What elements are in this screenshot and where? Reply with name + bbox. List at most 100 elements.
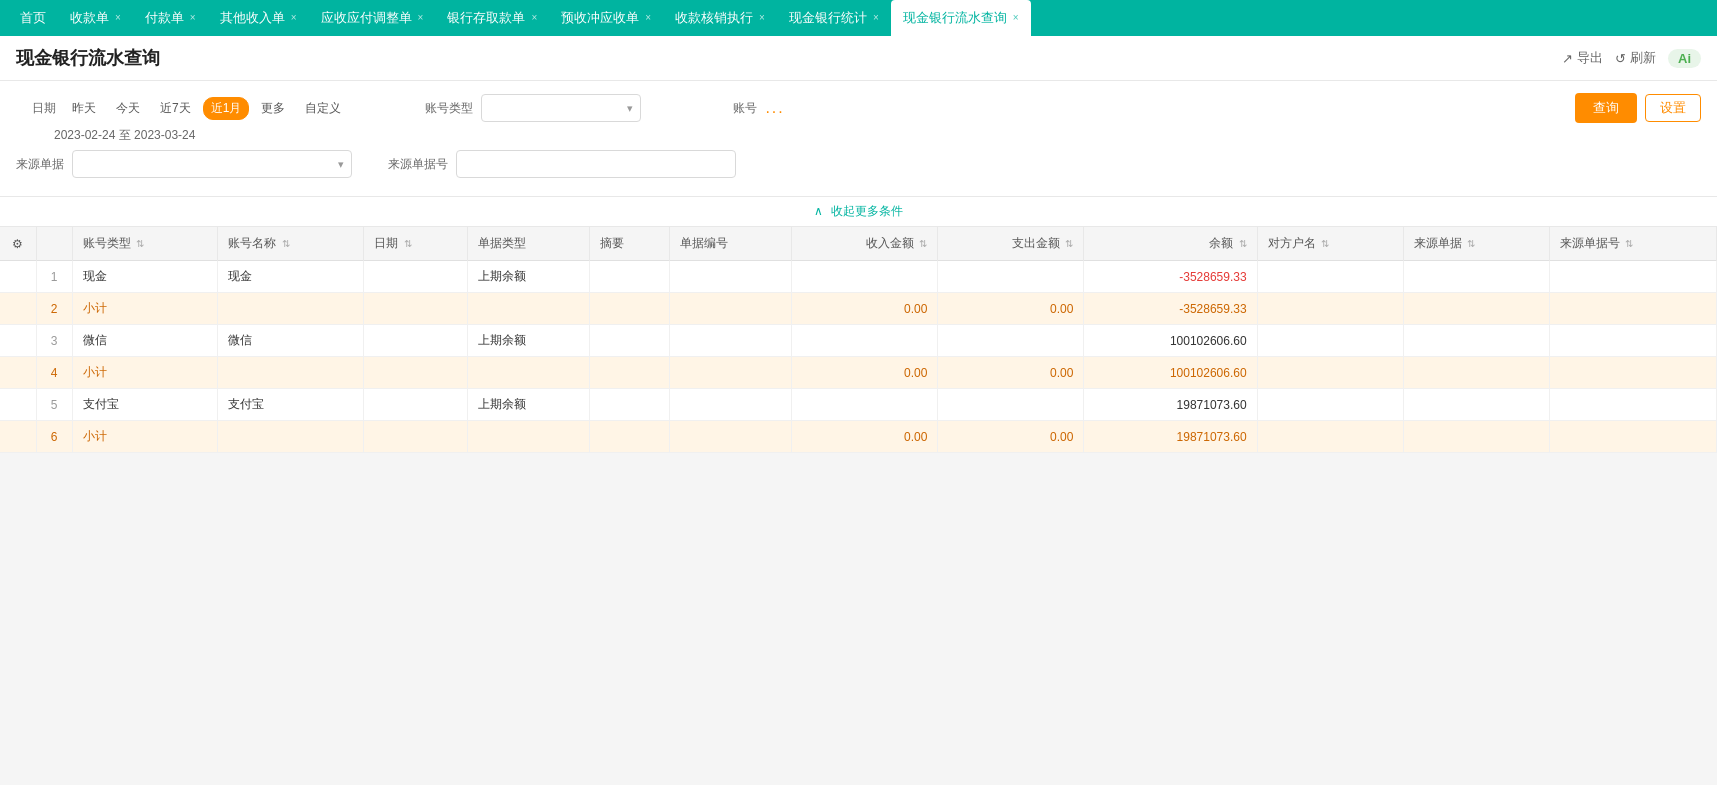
th-counterpart[interactable]: 对方户名 ⇅ [1257,227,1403,261]
th-date[interactable]: 日期 ⇅ [364,227,467,261]
row-doc-num [670,357,792,389]
row-counterpart [1257,389,1403,421]
nav-bank-deposit[interactable]: 银行存取款单 × [435,0,549,36]
date-btn-1month[interactable]: 近1月 [203,97,250,120]
nav-receipt[interactable]: 收款单 × [58,0,133,36]
date-btn-custom[interactable]: 自定义 [297,97,349,120]
sort-account-name-icon: ⇅ [282,238,290,249]
date-range-display: 2023-02-24 至 2023-03-24 [54,128,195,142]
th-account-type[interactable]: 账号类型 ⇅ [72,227,218,261]
th-summary[interactable]: 摘要 [590,227,670,261]
row-doc-num [670,421,792,453]
row-source-doc [1403,421,1549,453]
nav-home[interactable]: 首页 [8,0,58,36]
date-btn-more[interactable]: 更多 [253,97,293,120]
th-source-doc-num[interactable]: 来源单据号 ⇅ [1549,227,1716,261]
th-account-name[interactable]: 账号名称 ⇅ [218,227,364,261]
date-label: 日期 [16,100,56,117]
nav-advance[interactable]: 预收冲应收单 × [549,0,663,36]
row-account-type: 小计 [72,357,218,389]
row-source-doc [1403,357,1549,389]
query-button[interactable]: 查询 [1575,93,1637,123]
row-balance: 100102606.60 [1084,325,1257,357]
sort-source-doc-icon: ⇅ [1467,238,1475,249]
date-btn-today[interactable]: 今天 [108,97,148,120]
close-payment-icon[interactable]: × [190,0,196,36]
row-source-doc-num [1549,389,1716,421]
account-type-label: 账号类型 [425,100,473,117]
row-account-type: 小计 [72,421,218,453]
th-doc-num[interactable]: 单据编号 [670,227,792,261]
source-doc-num-input[interactable] [456,150,736,178]
close-cash-flow-icon[interactable]: × [1013,0,1019,36]
account-type-select-wrapper [481,94,641,122]
nav-adjustment[interactable]: 应收应付调整单 × [309,0,436,36]
row-doc-num [670,293,792,325]
table-row[interactable]: 1 现金 现金 上期余额 -3528659.33 [0,261,1717,293]
nav-cash-flow-query[interactable]: 现金银行流水查询 × [891,0,1031,36]
th-source-doc[interactable]: 来源单据 ⇅ [1403,227,1549,261]
source-doc-num-label: 来源单据号 [388,156,448,173]
row-expense [938,325,1084,357]
close-other-income-icon[interactable]: × [291,0,297,36]
table-row[interactable]: 4 小计 0.00 0.00 100102606.60 [0,357,1717,389]
page-header: 现金银行流水查询 ↗ 导出 ↺ 刷新 Ai [0,36,1717,81]
account-label: 账号 [717,100,757,117]
source-doc-select[interactable] [72,150,352,178]
export-icon: ↗ [1562,51,1573,66]
nav-other-income[interactable]: 其他收入单 × [208,0,309,36]
row-balance: 100102606.60 [1084,357,1257,389]
table-row[interactable]: 3 微信 微信 上期余额 100102606.60 [0,325,1717,357]
table-row[interactable]: 5 支付宝 支付宝 上期余额 19871073.60 [0,389,1717,421]
settings-button[interactable]: 设置 [1645,94,1701,122]
table-row[interactable]: 6 小计 0.00 0.00 19871073.60 [0,421,1717,453]
th-balance[interactable]: 余额 ⇅ [1084,227,1257,261]
row-account-name [218,357,364,389]
row-gear [0,389,36,421]
top-navigation: 首页 收款单 × 付款单 × 其他收入单 × 应收应付调整单 × 银行存取款单 … [0,0,1717,36]
th-expense[interactable]: 支出金额 ⇅ [938,227,1084,261]
close-collection-icon[interactable]: × [759,0,765,36]
date-btn-yesterday[interactable]: 昨天 [64,97,104,120]
row-date [364,389,467,421]
source-doc-select-wrapper [72,150,352,178]
filter-area: 日期 昨天 今天 近7天 近1月 更多 自定义 账号类型 账号 ... [0,81,1717,197]
date-btn-7days[interactable]: 近7天 [152,97,199,120]
collapse-bar[interactable]: ∧ 收起更多条件 [0,197,1717,227]
row-summary [590,325,670,357]
row-expense [938,261,1084,293]
close-receipt-icon[interactable]: × [115,0,121,36]
ai-button[interactable]: Ai [1668,49,1701,68]
row-source-doc [1403,325,1549,357]
row-num: 6 [36,421,72,453]
date-quick-buttons: 昨天 今天 近7天 近1月 更多 自定义 [64,97,349,120]
close-bank-deposit-icon[interactable]: × [531,0,537,36]
th-gear[interactable]: ⚙ [0,227,36,261]
row-source-doc-num [1549,293,1716,325]
refresh-button[interactable]: ↺ 刷新 [1615,49,1656,67]
row-account-type: 小计 [72,293,218,325]
account-ellipsis[interactable]: ... [765,99,784,117]
row-doc-num [670,261,792,293]
account-type-filter-group: 账号类型 [425,94,641,122]
th-num [36,227,72,261]
row-num: 2 [36,293,72,325]
nav-cash-stats[interactable]: 现金银行统计 × [777,0,891,36]
table-row[interactable]: 2 小计 0.00 0.00 -3528659.33 [0,293,1717,325]
table-container: ⚙ 账号类型 ⇅ 账号名称 ⇅ 日期 ⇅ 单据类型 摘要 [0,227,1717,453]
nav-payment[interactable]: 付款单 × [133,0,208,36]
account-type-select[interactable] [481,94,641,122]
th-doc-type[interactable]: 单据类型 [467,227,589,261]
close-adjustment-icon[interactable]: × [418,0,424,36]
close-cash-stats-icon[interactable]: × [873,0,879,36]
row-balance: -3528659.33 [1084,261,1257,293]
nav-collection[interactable]: 收款核销执行 × [663,0,777,36]
source-doc-filter-group: 来源单据 [16,150,352,178]
row-summary [590,261,670,293]
export-button[interactable]: ↗ 导出 [1562,49,1603,67]
close-advance-icon[interactable]: × [645,0,651,36]
filter-row-1: 日期 昨天 今天 近7天 近1月 更多 自定义 账号类型 账号 ... [16,93,1701,123]
row-counterpart [1257,421,1403,453]
th-income[interactable]: 收入金额 ⇅ [792,227,938,261]
row-summary [590,357,670,389]
